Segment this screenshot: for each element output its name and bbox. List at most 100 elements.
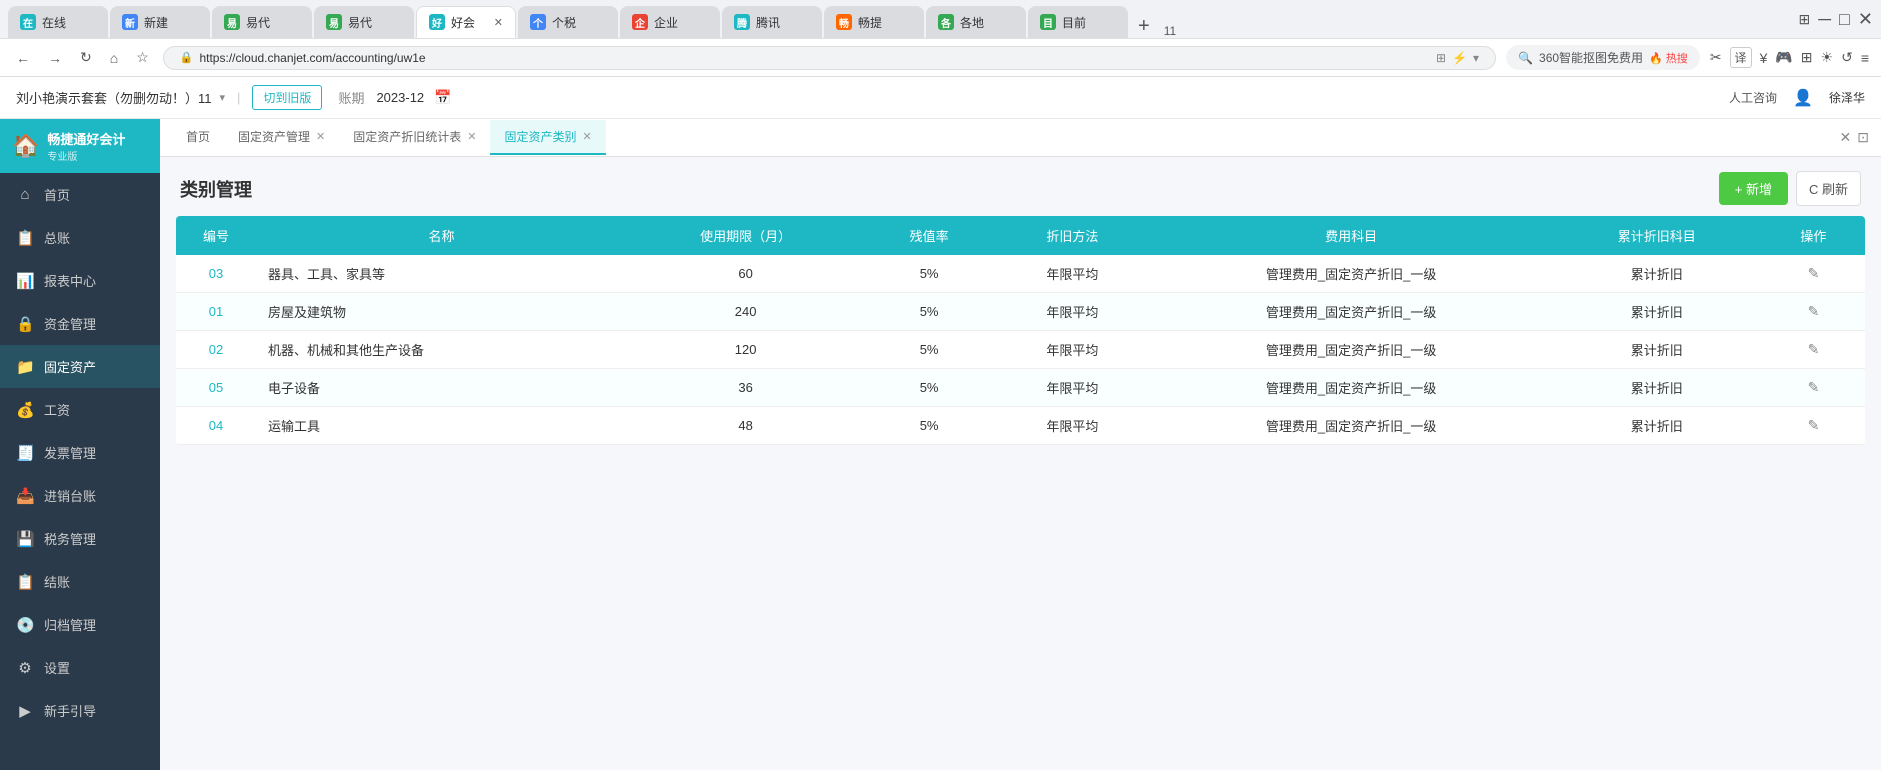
switch-version-button[interactable]: 切到旧版 bbox=[252, 85, 322, 110]
wallet-icon[interactable]: ¥ bbox=[1760, 50, 1768, 66]
browser-tab-t9[interactable]: 畅 畅提 bbox=[824, 6, 924, 38]
cell-accum-4: 累计折旧 bbox=[1552, 407, 1762, 445]
undo-icon[interactable]: ↺ bbox=[1841, 49, 1853, 66]
edit-icon-0[interactable]: ✎ bbox=[1808, 265, 1820, 281]
browser-tab-t8[interactable]: 腾 腾讯 bbox=[722, 6, 822, 38]
sidebar-item-invoice[interactable]: 🧾 发票管理 bbox=[0, 431, 160, 474]
game-icon[interactable]: 🎮 bbox=[1775, 49, 1792, 66]
cell-period-3: 36 bbox=[627, 369, 864, 407]
browser-tab-t11[interactable]: 目 目前 bbox=[1028, 6, 1128, 38]
cell-action-0[interactable]: ✎ bbox=[1762, 255, 1865, 293]
cell-action-3[interactable]: ✎ bbox=[1762, 369, 1865, 407]
table-header-row: 编号 名称 使用期限（月） 残值率 折旧方法 费用科目 累计折旧科目 操作 bbox=[176, 216, 1865, 255]
bookmark-button[interactable]: ☆ bbox=[132, 45, 153, 70]
tab-count: 11 bbox=[1160, 24, 1180, 38]
forward-button[interactable]: → bbox=[44, 46, 66, 70]
sidebar-logo: 🏠 畅捷通好会计 专业版 bbox=[0, 119, 160, 173]
tab-icon-t10: 各 bbox=[938, 14, 954, 30]
cell-action-2[interactable]: ✎ bbox=[1762, 331, 1865, 369]
grid-icon[interactable]: ⊞ bbox=[1801, 49, 1813, 66]
browser-tab-t7[interactable]: 企 企业 bbox=[620, 6, 720, 38]
maximize-icon[interactable]: □ bbox=[1839, 9, 1850, 30]
sidebar-item-tax[interactable]: 💾 税务管理 bbox=[0, 517, 160, 560]
edit-icon-3[interactable]: ✎ bbox=[1808, 379, 1820, 395]
brightness-icon[interactable]: ☀ bbox=[1821, 49, 1834, 66]
add-button[interactable]: + 新增 bbox=[1719, 172, 1788, 205]
page-tab-fixed-mgmt[interactable]: 固定资产管理 ✕ bbox=[224, 120, 339, 155]
page-tab-depreciation[interactable]: 固定资产折旧统计表 ✕ bbox=[339, 120, 490, 155]
sidebar-item-fund[interactable]: 🔒 资金管理 bbox=[0, 302, 160, 345]
back-button[interactable]: ← bbox=[12, 46, 34, 70]
cell-action-1[interactable]: ✎ bbox=[1762, 293, 1865, 331]
sidebar-item-settings[interactable]: ⚙ 设置 bbox=[0, 646, 160, 689]
sidebar-item-settlement[interactable]: 📋 结账 bbox=[0, 560, 160, 603]
tab-window-close[interactable]: ✕ bbox=[1840, 129, 1852, 146]
tab-icon-t1: 在 bbox=[20, 14, 36, 30]
page-tab-home[interactable]: 首页 bbox=[172, 120, 224, 155]
cell-action-4[interactable]: ✎ bbox=[1762, 407, 1865, 445]
sidebar-item-home[interactable]: ⌂ 首页 bbox=[0, 173, 160, 216]
browser-tab-t4[interactable]: 易 易代 bbox=[314, 6, 414, 38]
translate-icon[interactable]: 译 bbox=[1730, 47, 1752, 68]
reload-button[interactable]: ↻ bbox=[76, 45, 96, 70]
cell-expense-4: 管理费用_固定资产折旧_一级 bbox=[1151, 407, 1552, 445]
cell-method-2: 年限平均 bbox=[994, 331, 1151, 369]
home-button[interactable]: ⌂ bbox=[106, 46, 122, 70]
sidebar-item-archive[interactable]: 💿 归档管理 bbox=[0, 603, 160, 646]
tab-label-t10: 各地 bbox=[960, 14, 984, 31]
browser-tab-t1[interactable]: 在 在线 bbox=[8, 6, 108, 38]
url-bar[interactable]: 🔒 https://cloud.chanjet.com/accounting/u… bbox=[163, 46, 1496, 70]
toolbar-icons: ✂ 译 ¥ 🎮 ⊞ ☀ ↺ ≡ bbox=[1710, 47, 1869, 68]
sidebar-item-fixed-assets[interactable]: 📁 固定资产 bbox=[0, 345, 160, 388]
menu-icon[interactable]: ≡ bbox=[1861, 50, 1869, 66]
edit-icon-2[interactable]: ✎ bbox=[1808, 341, 1820, 357]
col-header-action: 操作 bbox=[1762, 216, 1865, 255]
minimize-icon[interactable]: ─ bbox=[1818, 9, 1831, 30]
browser-tab-t6[interactable]: 个 个税 bbox=[518, 6, 618, 38]
browser-tab-t10[interactable]: 各 各地 bbox=[926, 6, 1026, 38]
search-bar[interactable]: 🔍 360智能抠图免费用 🔥 热搜 bbox=[1506, 45, 1700, 70]
sidebar-item-ledger[interactable]: 📋 总账 bbox=[0, 216, 160, 259]
browser-tabs-row: 在 在线 新 新建 易 易代 易 易代 好 好会 ✕ 个 个税 企 企业 腾 bbox=[0, 0, 1881, 39]
app-header-right: 人工咨询 👤 徐泽华 bbox=[1729, 88, 1865, 108]
tab-close-t5[interactable]: ✕ bbox=[494, 16, 503, 29]
col-header-expense: 费用科目 bbox=[1151, 216, 1552, 255]
col-header-accum: 累计折旧科目 bbox=[1552, 216, 1762, 255]
page-tab-category[interactable]: 固定资产类别 ✕ bbox=[490, 120, 605, 155]
page-tab-depreciation-close[interactable]: ✕ bbox=[467, 130, 476, 143]
payroll-icon: 💰 bbox=[16, 401, 34, 419]
search-label: 360智能抠图免费用 bbox=[1539, 49, 1643, 66]
browser-tab-t2[interactable]: 新 新建 bbox=[110, 6, 210, 38]
page-tab-category-close[interactable]: ✕ bbox=[583, 130, 592, 143]
sidebar-item-payroll[interactable]: 💰 工资 bbox=[0, 388, 160, 431]
new-tab-button[interactable]: + bbox=[1130, 15, 1158, 38]
scissors-icon[interactable]: ✂ bbox=[1710, 49, 1722, 66]
cell-residual-0: 5% bbox=[864, 255, 994, 293]
calendar-icon[interactable]: 📅 bbox=[434, 89, 451, 106]
col-header-name: 名称 bbox=[256, 216, 627, 255]
sidebar-item-inout[interactable]: 📥 进销台账 bbox=[0, 474, 160, 517]
browser-tab-t5[interactable]: 好 好会 ✕ bbox=[416, 6, 516, 38]
sidebar-item-label-settlement: 结账 bbox=[44, 572, 70, 591]
username-text: 刘小艳演示套套（勿删勿动！）11 bbox=[16, 88, 212, 107]
edit-icon-4[interactable]: ✎ bbox=[1808, 417, 1820, 433]
close-icon[interactable]: ✕ bbox=[1858, 9, 1873, 30]
tab-icon-t6: 个 bbox=[530, 14, 546, 30]
refresh-button[interactable]: C 刷新 bbox=[1796, 171, 1861, 206]
archive-icon: 💿 bbox=[16, 616, 34, 634]
page-tab-fixed-mgmt-close[interactable]: ✕ bbox=[316, 130, 325, 143]
browser-tab-t3[interactable]: 易 易代 bbox=[212, 6, 312, 38]
consult-button[interactable]: 人工咨询 bbox=[1729, 89, 1777, 106]
tax-icon: 💾 bbox=[16, 530, 34, 548]
tab-window-maximize[interactable]: ⊡ bbox=[1857, 129, 1869, 146]
sidebar-item-guide[interactable]: ▶ 新手引导 bbox=[0, 689, 160, 732]
sidebar-item-label-settings: 设置 bbox=[44, 658, 70, 677]
sidebar-item-label-inout: 进销台账 bbox=[44, 486, 96, 505]
chevron-down-icon[interactable]: ▾ bbox=[1473, 51, 1479, 65]
sidebar-item-label-invoice: 发票管理 bbox=[44, 443, 96, 462]
sidebar-item-report[interactable]: 📊 报表中心 bbox=[0, 259, 160, 302]
chevron-down-icon[interactable]: ▾ bbox=[220, 91, 226, 104]
sidebar-item-label-ledger: 总账 bbox=[44, 228, 70, 247]
edit-icon-1[interactable]: ✎ bbox=[1808, 303, 1820, 319]
cell-residual-2: 5% bbox=[864, 331, 994, 369]
